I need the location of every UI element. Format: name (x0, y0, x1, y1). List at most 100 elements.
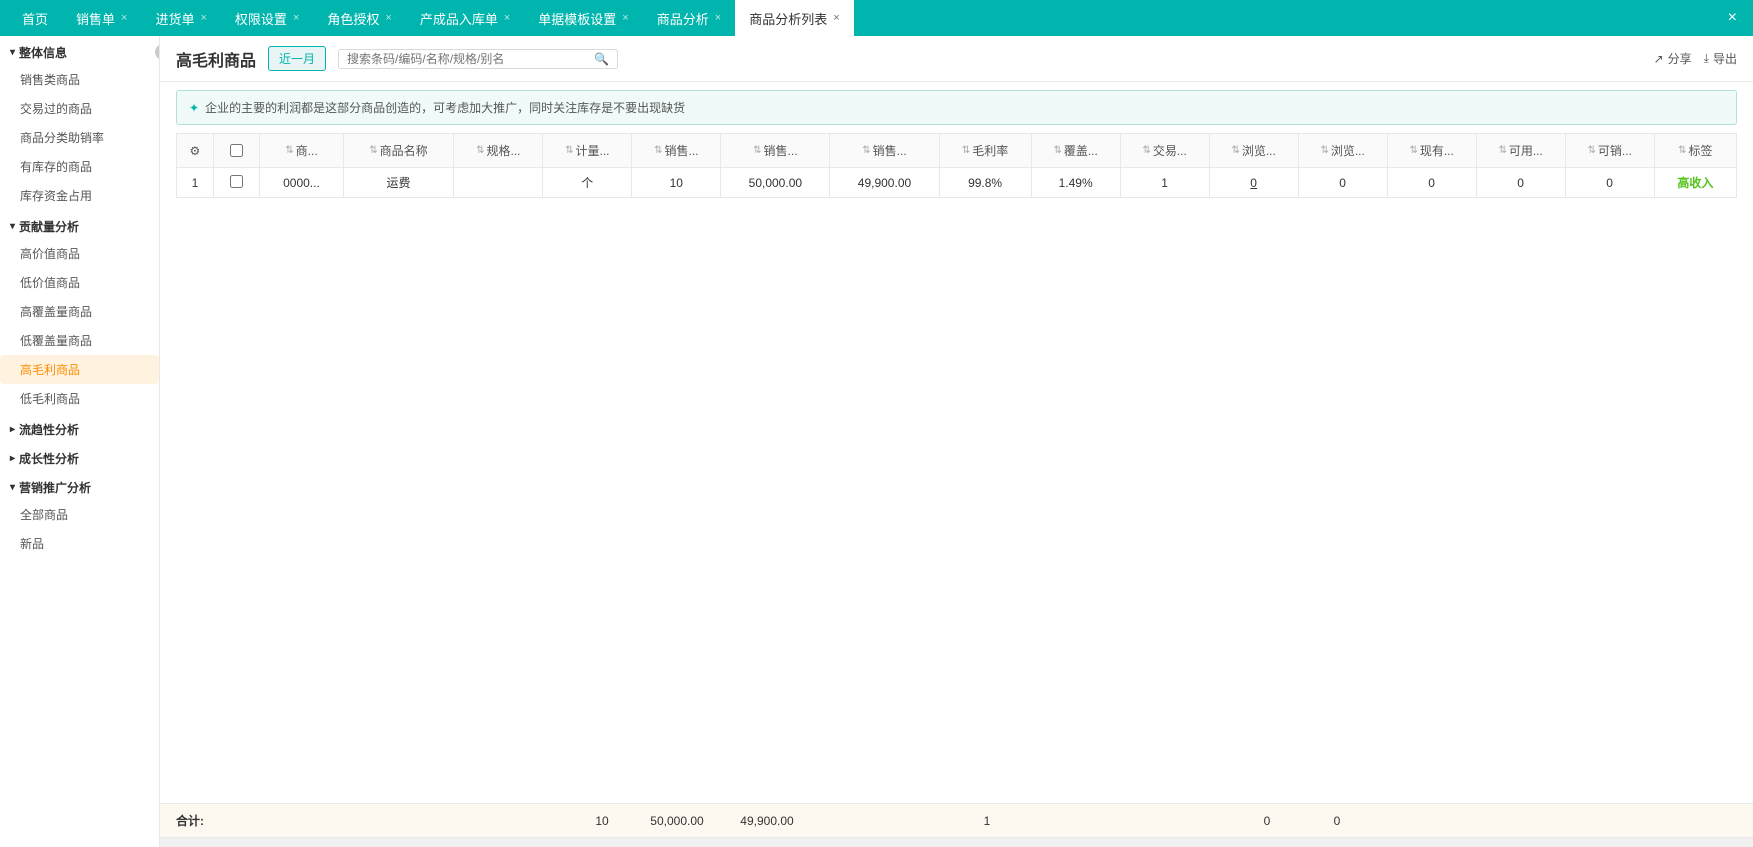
search-input[interactable] (347, 52, 590, 66)
nav-close-icon[interactable]: × (504, 12, 510, 24)
sidebar-item-4-1[interactable]: 新品 (0, 529, 159, 558)
top-navigation: 首页销售单×进货单×权限设置×角色授权×产成品入库单×单据模板设置×商品分析×商… (0, 0, 1753, 36)
nav-item-8[interactable]: 商品分析列表× (735, 0, 853, 36)
col-sort-icon: ⇅ (1409, 145, 1417, 156)
col-header-saleable_stock[interactable]: ⇅可销... (1565, 134, 1654, 168)
info-icon: ✦ (189, 101, 199, 115)
nav-label: 产成品入库单 (420, 9, 498, 28)
cell-code: 0000... (260, 168, 343, 198)
col-header-checkbox[interactable] (213, 134, 260, 168)
export-button[interactable]: ⤓ 导出 (1704, 50, 1737, 67)
footer-cell-browse1 (1022, 814, 1092, 828)
content-area: 高毛利商品 近一月 🔍 ↗ 分享 ⤓ 导出 ✦ 企业的主要的利润都是这部分商品创… (160, 36, 1753, 847)
col-header-transaction[interactable]: ⇅交易... (1120, 134, 1209, 168)
nav-item-1[interactable]: 销售单× (62, 0, 141, 36)
col-sort-icon: ⇅ (862, 145, 870, 156)
col-label: 交易... (1153, 142, 1187, 159)
sidebar-item-0-0[interactable]: 销售类商品 (0, 65, 159, 94)
nav-item-2[interactable]: 进货单× (141, 0, 220, 36)
sidebar-item-0-3[interactable]: 有库存的商品 (0, 152, 159, 181)
row-checkbox[interactable] (230, 175, 243, 188)
sidebar-item-0-4[interactable]: 库存资金占用 (0, 181, 159, 210)
col-sort-icon: ⇅ (1678, 145, 1686, 156)
sidebar-item-1-1[interactable]: 低价值商品 (0, 268, 159, 297)
sidebar-section-header-2[interactable]: ▸流趋性分析 (0, 413, 159, 442)
global-close-button[interactable]: × (1720, 9, 1745, 27)
col-header-name[interactable]: ⇅商品名称 (343, 134, 454, 168)
footer-cell-unit (512, 814, 572, 828)
filter-button[interactable]: 近一月 (268, 46, 326, 71)
col-header-browse1[interactable]: ⇅浏览... (1209, 134, 1298, 168)
sidebar-section-header-0[interactable]: ▾整体信息 (0, 36, 159, 65)
nav-close-icon[interactable]: × (833, 12, 839, 24)
cell-transaction: 1 (1120, 168, 1209, 198)
browse-link[interactable]: 0 (1250, 176, 1257, 190)
col-header-sales_amount[interactable]: ⇅销售... (721, 134, 830, 168)
search-icon[interactable]: 🔍 (594, 52, 609, 66)
footer-cell-available: 0 (1232, 814, 1302, 828)
sidebar-section-header-3[interactable]: ▸成长性分析 (0, 442, 159, 471)
sidebar-section-header-1[interactable]: ▾贡献量分析 (0, 210, 159, 239)
sidebar-section-header-4[interactable]: ▾营销推广分析 (0, 471, 159, 500)
export-icon: ⤓ (1704, 51, 1709, 66)
col-label: 商品名称 (380, 142, 428, 159)
nav-label: 单据模板设置 (538, 9, 616, 28)
section-arrow-icon: ▾ (10, 221, 15, 232)
col-label: 可用... (1509, 142, 1543, 159)
col-header-sales_qty[interactable]: ⇅销售... (632, 134, 721, 168)
sidebar-item-1-4[interactable]: 高毛利商品 (0, 355, 159, 384)
table-row: 10000...运费个1050,000.0049,900.0099.8%1.49… (177, 168, 1737, 198)
nav-close-icon[interactable]: × (622, 12, 628, 24)
nav-close-icon[interactable]: × (385, 12, 391, 24)
cell-browse1: 0 (1209, 168, 1298, 198)
footer-cell-saleable: 0 (1302, 814, 1372, 828)
sidebar-item-1-2[interactable]: 高覆盖量商品 (0, 297, 159, 326)
col-sort-icon: ⇅ (1587, 145, 1595, 156)
nav-close-icon[interactable]: × (121, 12, 127, 24)
nav-label: 首页 (22, 9, 48, 28)
col-header-available_stock[interactable]: ⇅可用... (1476, 134, 1565, 168)
col-header-spec[interactable]: ⇅规格... (454, 134, 543, 168)
col-label: 现有... (1420, 142, 1454, 159)
col-header-settings[interactable]: ⚙ (177, 134, 214, 168)
nav-item-7[interactable]: 商品分析× (643, 0, 735, 36)
nav-item-0[interactable]: 首页 (8, 0, 62, 36)
col-header-code[interactable]: ⇅商... (260, 134, 343, 168)
select-all-checkbox[interactable] (230, 144, 243, 157)
nav-close-icon[interactable]: × (200, 12, 206, 24)
nav-item-5[interactable]: 产成品入库单 × (406, 0, 524, 36)
sidebar-item-0-2[interactable]: 商品分类助销率 (0, 123, 159, 152)
col-sort-icon: ⇅ (369, 145, 377, 156)
share-button[interactable]: ↗ 分享 (1654, 50, 1692, 67)
col-label: 商... (296, 142, 318, 159)
nav-close-icon[interactable]: × (715, 12, 721, 24)
col-header-browse2[interactable]: ⇅浏览... (1298, 134, 1387, 168)
sidebar-item-4-0[interactable]: 全部商品 (0, 500, 159, 529)
col-label: 规格... (486, 142, 520, 159)
main-layout: « ▾整体信息销售类商品交易过的商品商品分类助销率有库存的商品库存资金占用▾贡献… (0, 36, 1753, 847)
cell-checkbox (213, 168, 260, 198)
sidebar-item-1-5[interactable]: 低毛利商品 (0, 384, 159, 413)
nav-close-icon[interactable]: × (293, 12, 299, 24)
col-header-tag[interactable]: ⇅标签 (1654, 134, 1736, 168)
nav-item-3[interactable]: 权限设置× (221, 0, 313, 36)
col-header-gross_margin[interactable]: ⇅毛利率 (939, 134, 1031, 168)
footer-cell-name (342, 814, 442, 828)
col-header-sales_profit[interactable]: ⇅销售... (830, 134, 939, 168)
sidebar-item-0-1[interactable]: 交易过的商品 (0, 94, 159, 123)
footer-cell-browse2 (1092, 814, 1162, 828)
nav-item-6[interactable]: 单据模板设置 × (524, 0, 642, 36)
export-label: 导出 (1713, 50, 1737, 67)
settings-icon[interactable]: ⚙ (190, 144, 201, 158)
sidebar-item-1-0[interactable]: 高价值商品 (0, 239, 159, 268)
footer-total-label: 合计: (176, 812, 256, 829)
col-header-current_stock[interactable]: ⇅现有... (1387, 134, 1476, 168)
col-sort-icon: ⇅ (1142, 145, 1150, 156)
bottom-scrollbar[interactable] (160, 837, 1753, 847)
sidebar-item-1-3[interactable]: 低覆盖量商品 (0, 326, 159, 355)
nav-item-4[interactable]: 角色授权× (313, 0, 405, 36)
col-sort-icon: ⇅ (1053, 145, 1061, 156)
col-header-coverage[interactable]: ⇅覆盖... (1031, 134, 1120, 168)
section-label: 整体信息 (19, 44, 67, 61)
col-header-unit[interactable]: ⇅计量... (543, 134, 632, 168)
